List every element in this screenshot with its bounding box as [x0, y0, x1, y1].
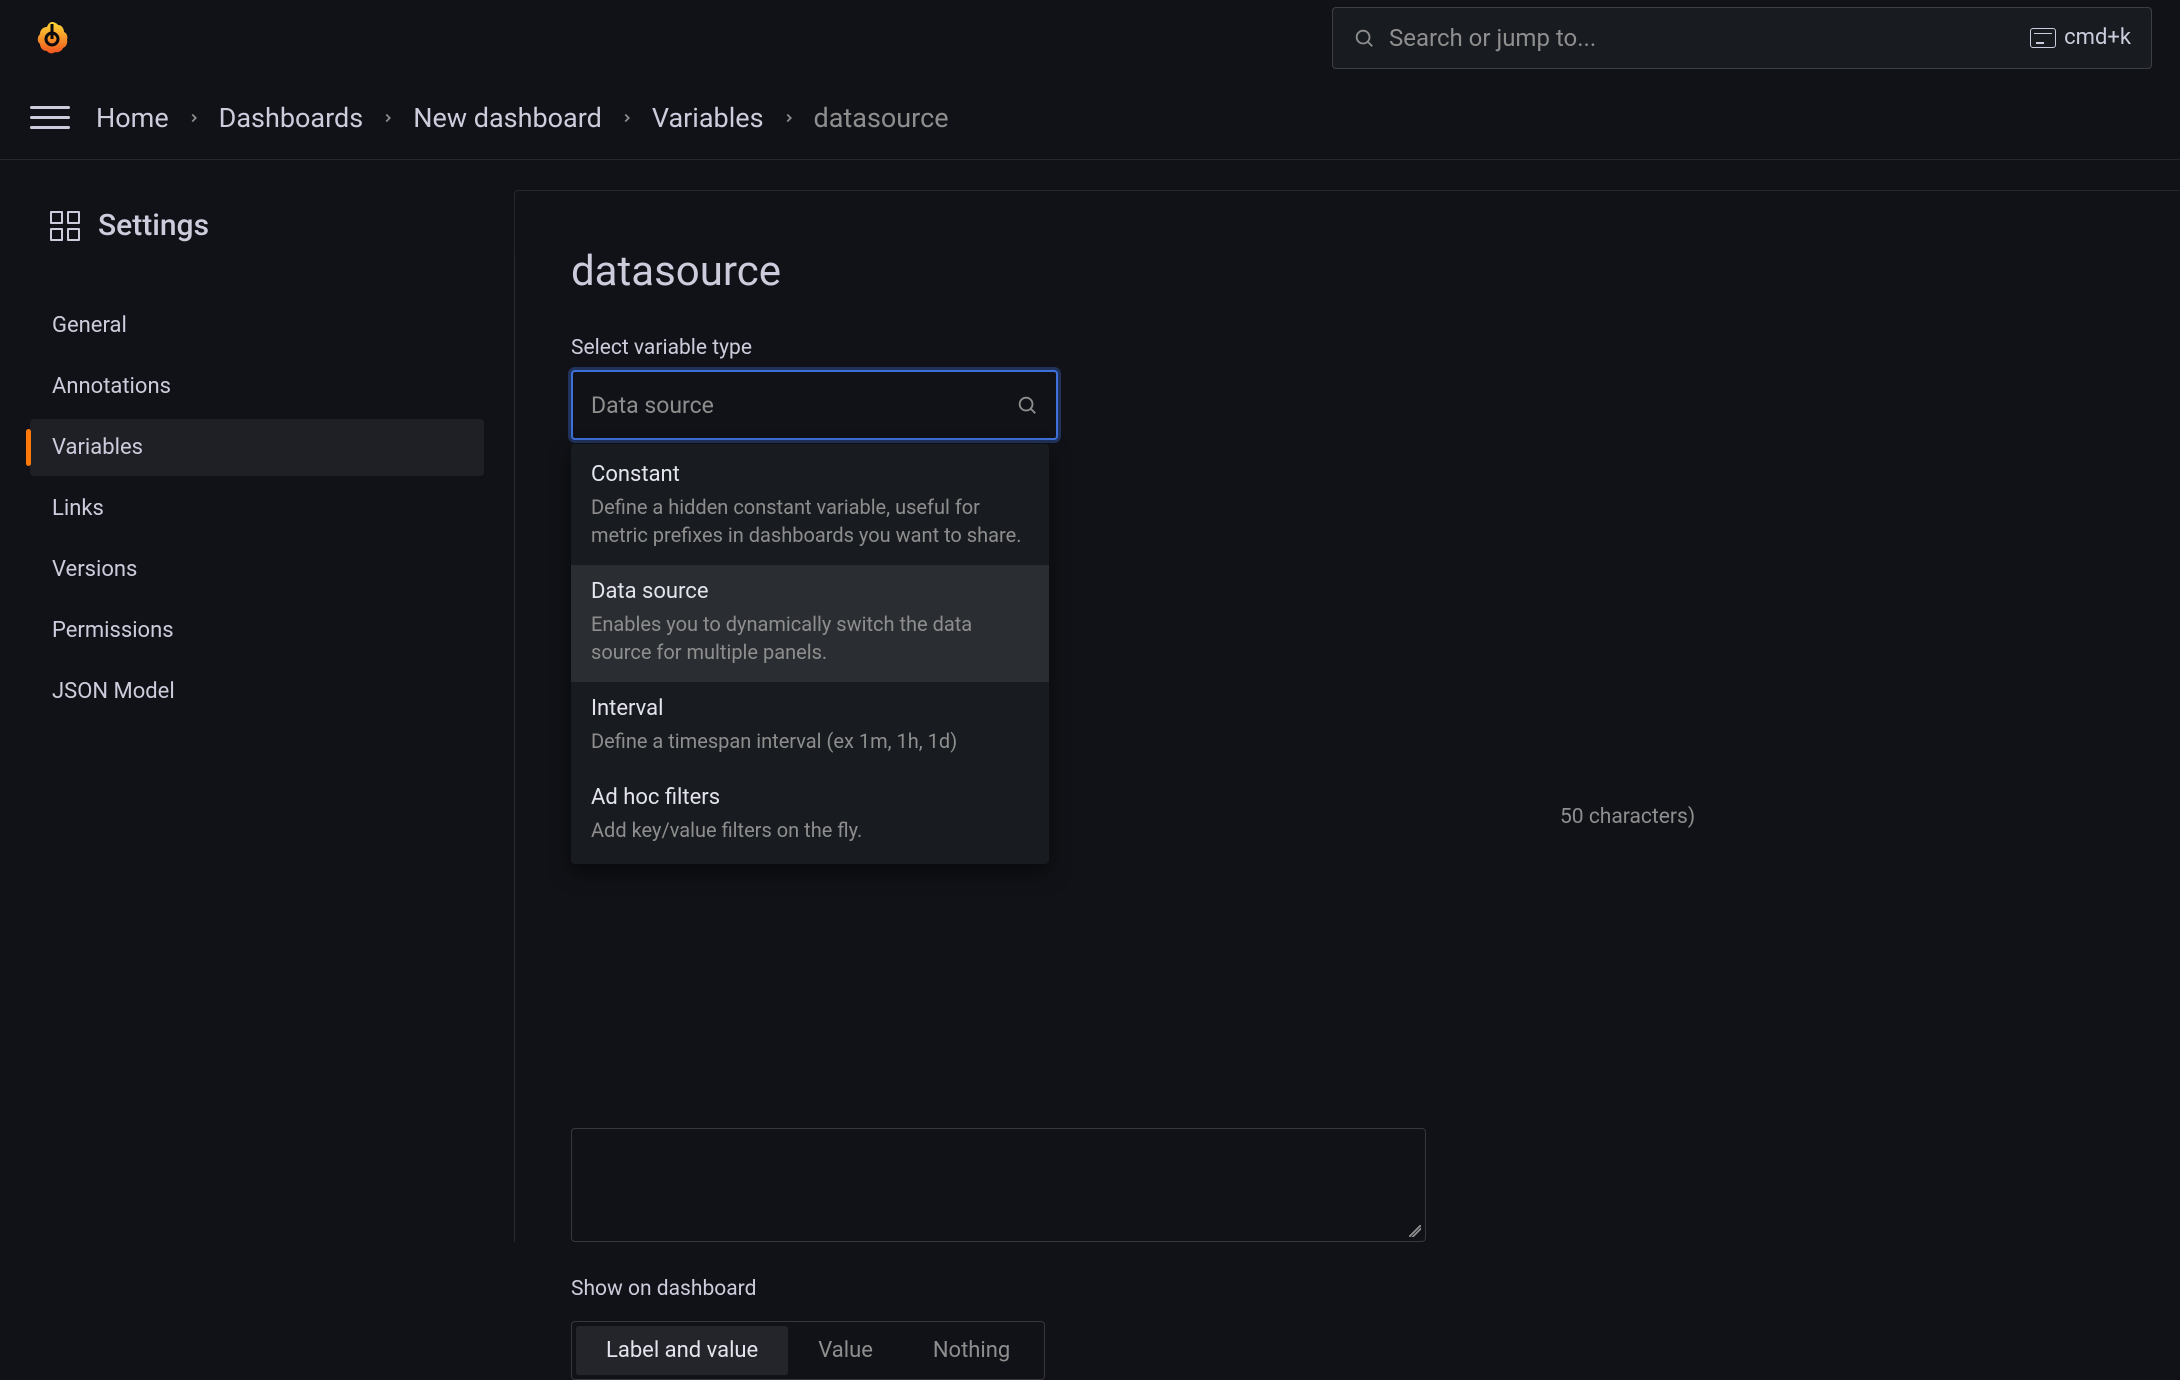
description-textarea[interactable]	[571, 1128, 1426, 1242]
variable-type-label: Select variable type	[571, 336, 2124, 360]
sidebar-item-links[interactable]: Links	[30, 480, 484, 537]
breadcrumb-dashboards[interactable]: Dashboards	[219, 102, 364, 134]
sidebar-item-versions[interactable]: Versions	[30, 541, 484, 598]
apps-icon	[50, 211, 80, 241]
sidebar-item-variables[interactable]: Variables	[30, 419, 484, 476]
grafana-logo-icon[interactable]	[28, 14, 76, 62]
sidebar-item-general[interactable]: General	[30, 297, 484, 354]
chevron-right-icon	[782, 111, 796, 125]
search-icon	[1353, 27, 1375, 49]
variable-type-select[interactable]: Data source	[571, 370, 1058, 440]
chevron-right-icon	[381, 111, 395, 125]
search-shortcut-hint: cmd+k	[2030, 25, 2131, 50]
menu-toggle-button[interactable]	[30, 98, 70, 138]
breadcrumb-new-dashboard[interactable]: New dashboard	[413, 102, 602, 134]
segment-label-and-value[interactable]: Label and value	[576, 1326, 788, 1375]
dropdown-option-data-source[interactable]: Data source Enables you to dynamically s…	[571, 565, 1049, 682]
global-search-input[interactable]: Search or jump to... cmd+k	[1332, 7, 2152, 69]
select-placeholder: Data source	[591, 392, 1016, 419]
search-icon	[1016, 394, 1038, 416]
dropdown-option-interval[interactable]: Interval Define a timespan interval (ex …	[571, 682, 1049, 771]
keyboard-icon	[2030, 28, 2056, 48]
segment-nothing[interactable]: Nothing	[903, 1326, 1040, 1375]
show-on-dashboard-toggle: Label and value Value Nothing	[571, 1321, 1045, 1380]
dropdown-option-ad-hoc-filters[interactable]: Ad hoc filters Add key/value filters on …	[571, 771, 1049, 860]
chevron-right-icon	[187, 111, 201, 125]
sidebar-title: Settings	[98, 208, 209, 243]
dropdown-option-constant[interactable]: Constant Define a hidden constant variab…	[571, 448, 1049, 565]
variable-type-dropdown: Constant Define a hidden constant variab…	[571, 444, 1049, 864]
sidebar-item-permissions[interactable]: Permissions	[30, 602, 484, 659]
show-on-dashboard-label: Show on dashboard	[571, 1277, 1045, 1301]
breadcrumb-home[interactable]: Home	[96, 102, 169, 134]
page-title: datasource	[571, 247, 2124, 296]
breadcrumb-current: datasource	[814, 102, 949, 134]
breadcrumb-variables[interactable]: Variables	[652, 102, 764, 134]
segment-value[interactable]: Value	[788, 1326, 903, 1375]
sidebar-item-annotations[interactable]: Annotations	[30, 358, 484, 415]
search-placeholder: Search or jump to...	[1389, 24, 2030, 52]
sidebar-item-json-model[interactable]: JSON Model	[30, 663, 484, 720]
chevron-right-icon	[620, 111, 634, 125]
hint-text-fragment: 50 characters)	[1560, 805, 1695, 829]
